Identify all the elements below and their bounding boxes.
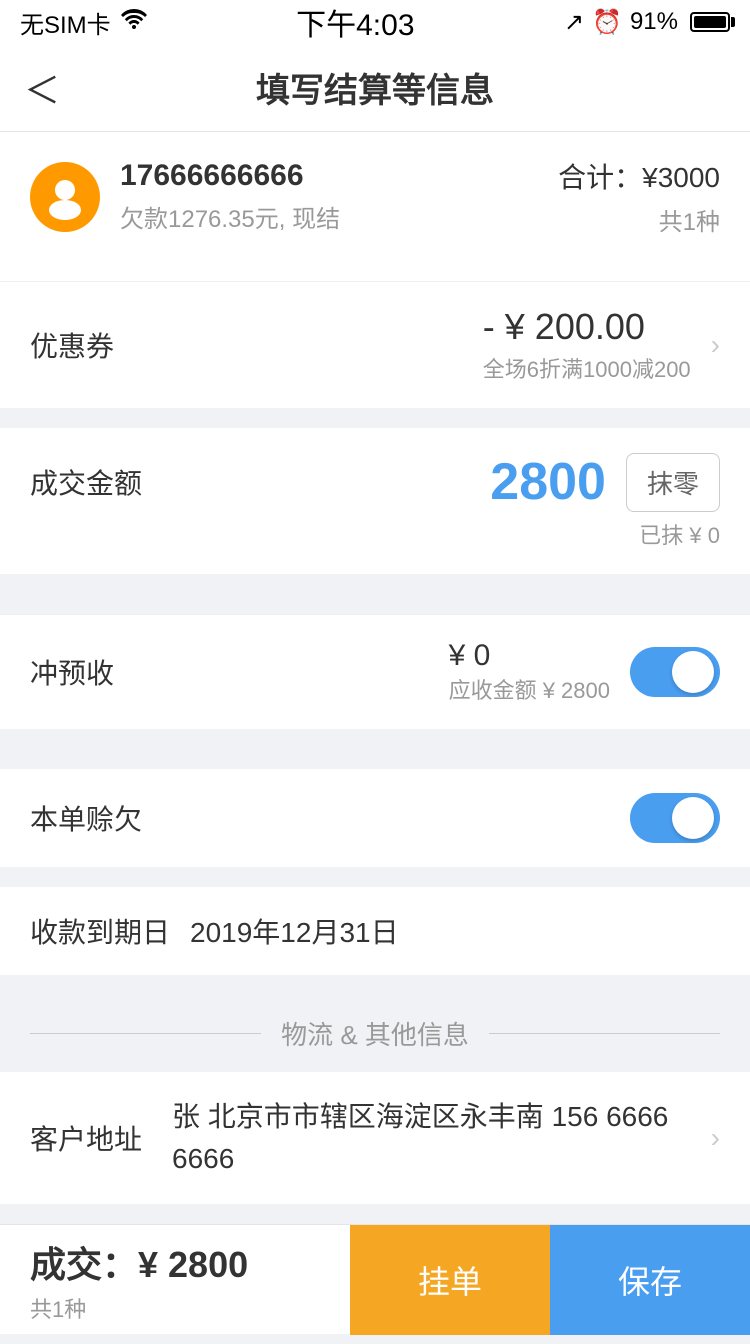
status-bar: 无SIM卡 下午4:03 ↗ ⏰ 91% [0,0,750,44]
rush-sub: 应收金额 ¥ 2800 [449,673,610,705]
customer-phone: 17666666666 [120,159,340,193]
rush-toggle[interactable] [630,647,720,697]
address-label: 客户地址 [30,1118,142,1158]
back-button[interactable]: ＜ [24,62,60,114]
alarm-icon: ⏰ [592,8,622,37]
customer-info: 17666666666 欠款1276.35元, 现结 [120,159,340,234]
nav-header: ＜ 填写结算等信息 [0,44,750,132]
customer-note: 欠款1276.35元, 现结 [120,199,340,234]
amount-sub: 已抹 ¥ 0 [30,518,720,550]
bottom-deal: 成交：¥ 2800 [30,1236,320,1288]
logistics-line-left [30,1033,261,1034]
rush-row: 冲预收 ¥ 0 应收金额 ¥ 2800 [0,614,750,729]
carrier-label: 无SIM卡 [20,5,111,40]
location-icon: ↗ [564,8,584,37]
customer-row: 17666666666 欠款1276.35元, 现结 合计：¥3000 共1种 [0,132,750,261]
bottom-count: 共1种 [30,1292,320,1324]
bottom-summary: 成交：¥ 2800 共1种 [0,1236,350,1324]
address-value: 张 北京市市辖区海淀区永丰南 156 6666 6666 [172,1096,701,1180]
coupon-right: - ¥ 200.00 全场6折满1000减200 › [483,306,720,384]
bottom-deal-label: 成交： [30,1244,138,1285]
logistics-title: 物流 & 其他信息 [281,1015,469,1052]
duedate-value: 2019年12月31日 [190,911,399,951]
total-count: 共1种 [558,202,720,237]
address-section[interactable]: 客户地址 张 北京市市辖区海淀区永丰南 156 6666 6666 › [0,1072,750,1204]
writeoff-label: 本单赊欠 [30,798,142,838]
logistics-header: 物流 & 其他信息 [0,995,750,1072]
section-divider-1 [0,594,750,614]
bottom-deal-amount: ¥ 2800 [138,1244,248,1285]
rush-right: ¥ 0 应收金额 ¥ 2800 [449,639,720,705]
save-button[interactable]: 保存 [550,1225,750,1335]
customer-left: 17666666666 欠款1276.35元, 现结 [30,159,340,234]
writeoff-toggle[interactable] [630,793,720,843]
status-time: 下午4:03 [296,0,414,44]
address-chevron-icon: › [711,1122,720,1154]
content-area: 17666666666 欠款1276.35元, 现结 合计：¥3000 共1种 … [0,132,750,1344]
status-left: 无SIM卡 [20,5,147,40]
round-button[interactable]: 抹零 [626,453,720,512]
page-title: 填写结算等信息 [256,63,494,112]
duedate-row: 收款到期日 2019年12月31日 [30,911,720,951]
rush-amount: ¥ 0 [449,639,610,673]
hold-button[interactable]: 挂单 [350,1225,550,1335]
amount-section: 成交金额 2800 抹零 已抹 ¥ 0 [0,428,750,574]
customer-right: 合计：¥3000 共1种 [558,156,720,237]
duedate-section: 收款到期日 2019年12月31日 [0,887,750,975]
customer-section: 17666666666 欠款1276.35元, 现结 合计：¥3000 共1种 … [0,132,750,408]
battery-icon [690,12,730,32]
bottom-bar: 成交：¥ 2800 共1种 挂单 保存 [0,1224,750,1334]
amount-right: 2800 抹零 [490,452,720,512]
battery-percent: 91% [630,8,678,36]
amount-label: 成交金额 [30,462,142,502]
chevron-right-icon: › [711,329,720,361]
total-amount: 合计：¥3000 [558,156,720,196]
amount-row: 成交金额 2800 抹零 [30,452,720,512]
coupon-discount: - ¥ 200.00 [483,306,691,348]
duedate-label: 收款到期日 [30,911,170,951]
amount-value: 2800 [490,452,606,512]
rush-label: 冲预收 [30,652,114,692]
coupon-row[interactable]: 优惠券 - ¥ 200.00 全场6折满1000减200 › [0,281,750,408]
logistics-line-right [489,1033,720,1034]
coupon-label: 优惠券 [30,325,114,365]
avatar [30,162,100,232]
writeoff-section: 本单赊欠 [0,769,750,867]
section-divider-2 [0,749,750,769]
status-right: ↗ ⏰ 91% [564,8,730,37]
coupon-desc: 全场6折满1000减200 [483,352,691,384]
wifi-icon [121,8,147,36]
